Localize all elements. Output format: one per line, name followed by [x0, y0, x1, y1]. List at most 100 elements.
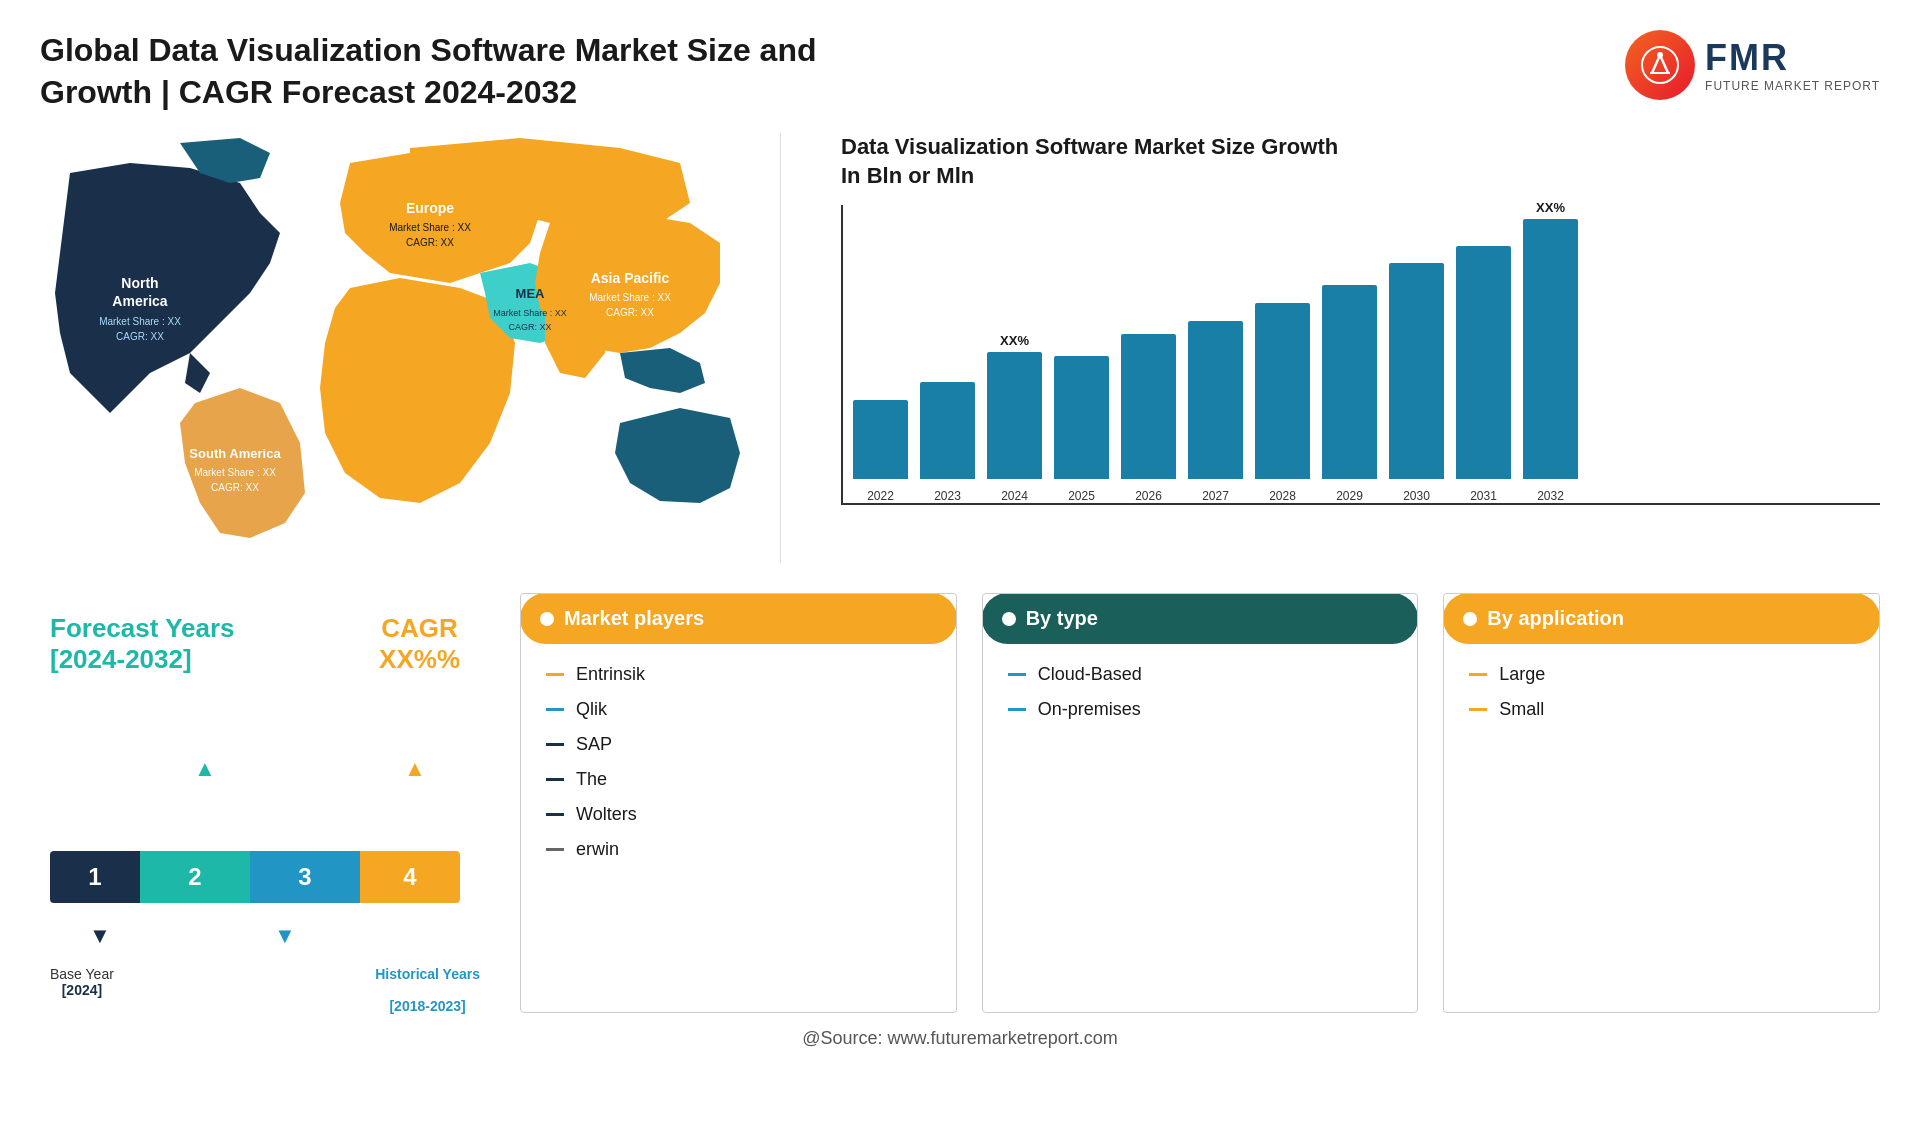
svg-text:America: America: [112, 293, 167, 309]
bar-year-2024: 2024: [1001, 489, 1028, 503]
bar-2023: [920, 382, 975, 479]
item-dash: [1008, 673, 1026, 676]
market-player-item: SAP: [546, 734, 931, 755]
bar-2022: [853, 400, 908, 479]
by-application-items: LargeSmall: [1444, 644, 1879, 740]
item-dash: [546, 848, 564, 851]
bar-year-2031: 2031: [1470, 489, 1497, 503]
historical-label: Historical Years [2018-2023]: [375, 966, 480, 1014]
by-application-item: Small: [1469, 699, 1854, 720]
svg-text:North: North: [121, 275, 158, 291]
svg-text:CAGR: XX: CAGR: XX: [606, 307, 654, 318]
by-type-item: On-premises: [1008, 699, 1393, 720]
bar-group: XX% 2024: [987, 333, 1042, 504]
bar-year-2030: 2030: [1403, 489, 1430, 503]
svg-text:CAGR: XX: CAGR: XX: [406, 237, 454, 248]
svg-text:Market Share : XX: Market Share : XX: [493, 308, 567, 318]
bar-label-top: XX%: [1000, 333, 1029, 348]
logo-text: FMR FUTURE MARKET REPORT: [1705, 37, 1880, 93]
bar-2030: [1389, 263, 1444, 479]
bar-group: 2030: [1389, 259, 1444, 503]
segment-2: 2: [140, 851, 250, 903]
market-player-item: Entrinsik: [546, 664, 931, 685]
bar-2024: [987, 352, 1042, 480]
market-player-item: Wolters: [546, 804, 931, 825]
bar-group: 2022: [853, 396, 908, 503]
bar-year-2023: 2023: [934, 489, 961, 503]
svg-text:MEA: MEA: [516, 286, 546, 301]
market-player-item: Qlik: [546, 699, 931, 720]
forecast-label: Forecast Years[2024-2032]: [50, 613, 235, 675]
by-type-items: Cloud-Based On-premises: [983, 644, 1418, 740]
item-dash: [1469, 708, 1487, 711]
market-players-header: Market players: [520, 593, 957, 644]
bottom-section: Forecast Years[2024-2032] CAGRXX%% ▲ ▲: [40, 593, 1880, 1013]
bar-label-top: XX%: [1536, 200, 1565, 215]
world-map-svg: North America Market Share : XX CAGR: XX…: [40, 133, 740, 553]
header-dot: [540, 612, 554, 626]
bar-group: 2031: [1456, 242, 1511, 504]
by-application-header: By application: [1443, 593, 1880, 644]
base-year-label: Base Year[2024]: [50, 966, 114, 1014]
bar-group: 2028: [1255, 299, 1310, 503]
svg-point-1: [1657, 52, 1663, 58]
bar-2029: [1322, 285, 1377, 479]
bar-year-2027: 2027: [1202, 489, 1229, 503]
bar-chart-container: Data Visualization Software Market Size …: [821, 133, 1880, 563]
svg-text:Market Share : XX: Market Share : XX: [194, 467, 276, 478]
bar-group: 2026: [1121, 330, 1176, 503]
bar-chart-area: 2022 2023 XX% 2024 2025 2026 2027 2028: [841, 205, 1880, 505]
bar-2032: [1523, 219, 1578, 479]
header-row: Global Data Visualization Software Marke…: [40, 30, 1880, 113]
by-type-header: By type: [982, 593, 1419, 644]
bar-year-2032: 2032: [1537, 489, 1564, 503]
market-player-item: The: [546, 769, 931, 790]
bar-year-2022: 2022: [867, 489, 894, 503]
logo-icon: [1625, 30, 1695, 100]
svg-text:Market Share : XX: Market Share : XX: [389, 222, 471, 233]
item-dash: [546, 673, 564, 676]
bar-2028: [1255, 303, 1310, 479]
item-dash: [546, 708, 564, 711]
bar-chart-title: Data Visualization Software Market Size …: [841, 133, 1341, 190]
segment-4: 4: [360, 851, 460, 903]
bar-year-2026: 2026: [1135, 489, 1162, 503]
svg-text:Europe: Europe: [406, 200, 454, 216]
bar-group: 2023: [920, 378, 975, 503]
timeline-container: Forecast Years[2024-2032] CAGRXX%% ▲ ▲: [40, 593, 490, 1013]
item-dash: [1008, 708, 1026, 711]
svg-text:Market Share : XX: Market Share : XX: [589, 292, 671, 303]
segment-1: 1: [50, 851, 140, 903]
map-container: North America Market Share : XX CAGR: XX…: [40, 133, 740, 563]
bar-group: 2029: [1322, 281, 1377, 503]
page-title: Global Data Visualization Software Marke…: [40, 30, 860, 113]
bar-year-2029: 2029: [1336, 489, 1363, 503]
bar-2026: [1121, 334, 1176, 479]
header-dot: [1002, 612, 1016, 626]
by-type-col: By type Cloud-Based On-premises: [982, 593, 1419, 1013]
svg-text:South America: South America: [189, 446, 281, 461]
by-application-col: By application LargeSmall: [1443, 593, 1880, 1013]
hist-arrow: ▼: [225, 923, 345, 949]
market-players-items: Entrinsik Qlik SAP The Wolters erwin: [521, 644, 956, 880]
svg-text:Market Share : XX: Market Share : XX: [99, 316, 181, 327]
bar-2027: [1188, 321, 1243, 480]
cagr-arrow: ▲: [365, 756, 465, 782]
item-dash: [546, 813, 564, 816]
vertical-divider: [780, 133, 781, 563]
header-dot: [1463, 612, 1477, 626]
svg-text:CAGR: XX: CAGR: XX: [211, 482, 259, 493]
svg-text:CAGR: XX: CAGR: XX: [116, 331, 164, 342]
market-player-item: erwin: [546, 839, 931, 860]
svg-text:CAGR: XX: CAGR: XX: [508, 322, 551, 332]
segments-container: Market players Entrinsik Qlik SAP The Wolter…: [520, 593, 1880, 1013]
bar-year-2028: 2028: [1269, 489, 1296, 503]
market-players-col: Market players Entrinsik Qlik SAP The Wolter…: [520, 593, 957, 1013]
bar-group: XX% 2032: [1523, 200, 1578, 503]
logo-subtitle: FUTURE MARKET REPORT: [1705, 79, 1880, 93]
by-type-item: Cloud-Based: [1008, 664, 1393, 685]
bar-year-2025: 2025: [1068, 489, 1095, 503]
timeline-track: 1 2 3 4: [50, 851, 480, 903]
bar-2025: [1054, 356, 1109, 479]
base-year-arrow: ▼: [55, 923, 145, 949]
